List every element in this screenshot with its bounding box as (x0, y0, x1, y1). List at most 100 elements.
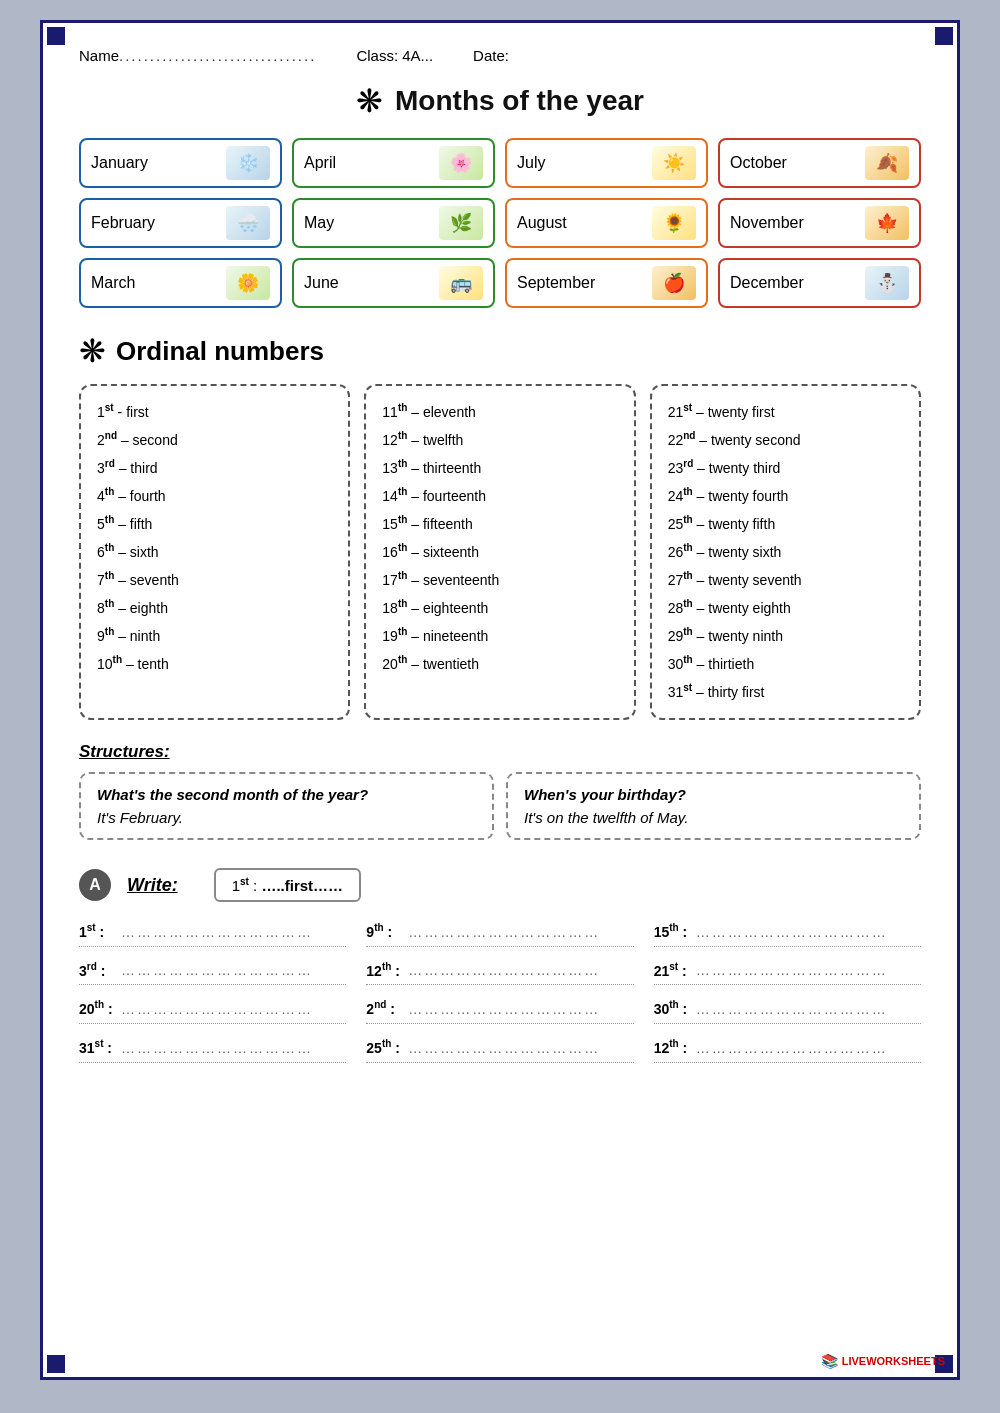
ordinal-item: 21st – twenty first (668, 398, 903, 426)
ordinal-item: 12th – twelfth (382, 426, 617, 454)
write-item: 9th :……………………………… (366, 916, 633, 947)
ordinal-item: 31st – thirty first (668, 678, 903, 706)
ordinal-item: 17th – seventeenth (382, 566, 617, 594)
write-item: 31st :……………………………… (79, 1032, 346, 1063)
ordinal-item: 28th – twenty eighth (668, 594, 903, 622)
ordinal-item: 8th – eighth (97, 594, 332, 622)
example-num: 1 (232, 877, 240, 894)
write-header: A Write: 1st : …..first…… (79, 868, 921, 902)
ordinal-flower-icon: ❋ (79, 332, 106, 370)
months-title: Months of the year (395, 85, 644, 117)
ordinal-item: 2nd – second (97, 426, 332, 454)
ordinal-item: 6th – sixth (97, 538, 332, 566)
ordinal-title-section: ❋ Ordinal numbers (79, 332, 921, 370)
month-image: ☀️ (652, 146, 696, 180)
months-title-section: ❋ Months of the year (79, 82, 921, 120)
write-num: 3rd : (79, 961, 117, 979)
write-answer-dots: ……………………………… (408, 924, 600, 940)
month-image: 🌨️ (226, 206, 270, 240)
month-image: 🌻 (652, 206, 696, 240)
write-answer-dots: ……………………………… (696, 1001, 888, 1017)
month-image: 🍎 (652, 266, 696, 300)
ordinal-item: 3rd – third (97, 454, 332, 482)
month-name: January (91, 154, 148, 172)
flower-icon: ❋ (356, 82, 383, 120)
write-num: 15th : (654, 922, 692, 940)
ordinal-item: 15th – fifteenth (382, 510, 617, 538)
write-item: 25th :……………………………… (366, 1032, 633, 1063)
ordinal-col-3: 21st – twenty first22nd – twenty second2… (650, 384, 921, 720)
example-sup: st (240, 876, 249, 887)
month-card-august: August 🌻 (505, 198, 708, 248)
example-answer: …..first…… (261, 877, 343, 894)
lw-logo: 📚 (821, 1353, 838, 1369)
month-image: 🌸 (439, 146, 483, 180)
month-image: 🌿 (439, 206, 483, 240)
write-answer-dots: ……………………………… (121, 1001, 313, 1017)
footer: 📚 LIVEWORKSHEETS (821, 1353, 945, 1369)
ordinal-item: 22nd – twenty second (668, 426, 903, 454)
write-item: 12th :……………………………… (654, 1032, 921, 1063)
write-num: 12th : (654, 1038, 692, 1056)
structure-answer: It's February. (97, 809, 476, 826)
ordinal-item: 9th – ninth (97, 622, 332, 650)
month-name: September (517, 274, 595, 292)
write-label: Write: (127, 875, 178, 896)
write-num: 30th : (654, 999, 692, 1017)
class-label: Class: 4A... (356, 47, 433, 64)
structures-title: Structures: (79, 742, 921, 762)
write-item: 15th :……………………………… (654, 916, 921, 947)
write-grid: 1st :………………………………9th :………………………………15th :… (79, 916, 921, 1063)
name-label: Name................................ (79, 47, 316, 64)
month-name: February (91, 214, 155, 232)
month-name: April (304, 154, 336, 172)
example-box: 1st : …..first…… (214, 868, 361, 902)
write-section: A Write: 1st : …..first…… 1st :………………………… (79, 868, 921, 1063)
ordinal-item: 26th – twenty sixth (668, 538, 903, 566)
write-item: 21st :……………………………… (654, 955, 921, 986)
worksheet-page: Name................................ Cla… (40, 20, 960, 1380)
month-image: ⛄ (865, 266, 909, 300)
corner-tl (47, 27, 65, 45)
structure-question: When's your birthday? (524, 786, 903, 803)
ordinal-item: 19th – nineteenth (382, 622, 617, 650)
ordinal-item: 27th – twenty seventh (668, 566, 903, 594)
month-name: October (730, 154, 787, 172)
ordinal-item: 24th – twenty fourth (668, 482, 903, 510)
month-card-october: October 🍂 (718, 138, 921, 188)
month-card-november: November 🍁 (718, 198, 921, 248)
month-image: 🍁 (865, 206, 909, 240)
header: Name................................ Cla… (79, 47, 921, 64)
month-card-april: April 🌸 (292, 138, 495, 188)
month-name: July (517, 154, 545, 172)
month-card-february: February 🌨️ (79, 198, 282, 248)
month-image: 🚌 (439, 266, 483, 300)
write-num: 25th : (366, 1038, 404, 1056)
structure-box: What's the second month of the year? It'… (79, 772, 494, 840)
structure-question: What's the second month of the year? (97, 786, 476, 803)
write-num: 2nd : (366, 999, 404, 1017)
month-card-march: March 🌼 (79, 258, 282, 308)
write-num: 9th : (366, 922, 404, 940)
write-item: 20th :……………………………… (79, 993, 346, 1024)
write-badge: A (79, 869, 111, 901)
structures-grid: What's the second month of the year? It'… (79, 772, 921, 840)
months-grid: January ❄️ April 🌸 July ☀️ October 🍂 Feb… (79, 138, 921, 308)
structures-section: Structures: What's the second month of t… (79, 742, 921, 840)
write-item: 12th :……………………………… (366, 955, 633, 986)
month-card-july: July ☀️ (505, 138, 708, 188)
ordinal-item: 20th – twentieth (382, 650, 617, 678)
month-name: June (304, 274, 339, 292)
ordinal-col-2: 11th – eleventh12th – twelfth13th – thir… (364, 384, 635, 720)
ordinal-item: 18th – eighteenth (382, 594, 617, 622)
write-answer-dots: ……………………………… (408, 962, 600, 978)
month-image: ❄️ (226, 146, 270, 180)
ordinal-item: 7th – seventh (97, 566, 332, 594)
date-label: Date: (473, 47, 509, 64)
write-item: 2nd :……………………………… (366, 993, 633, 1024)
ordinal-item: 10th – tenth (97, 650, 332, 678)
ordinal-item: 23rd – twenty third (668, 454, 903, 482)
write-item: 3rd :……………………………… (79, 955, 346, 986)
month-name: March (91, 274, 135, 292)
month-card-january: January ❄️ (79, 138, 282, 188)
